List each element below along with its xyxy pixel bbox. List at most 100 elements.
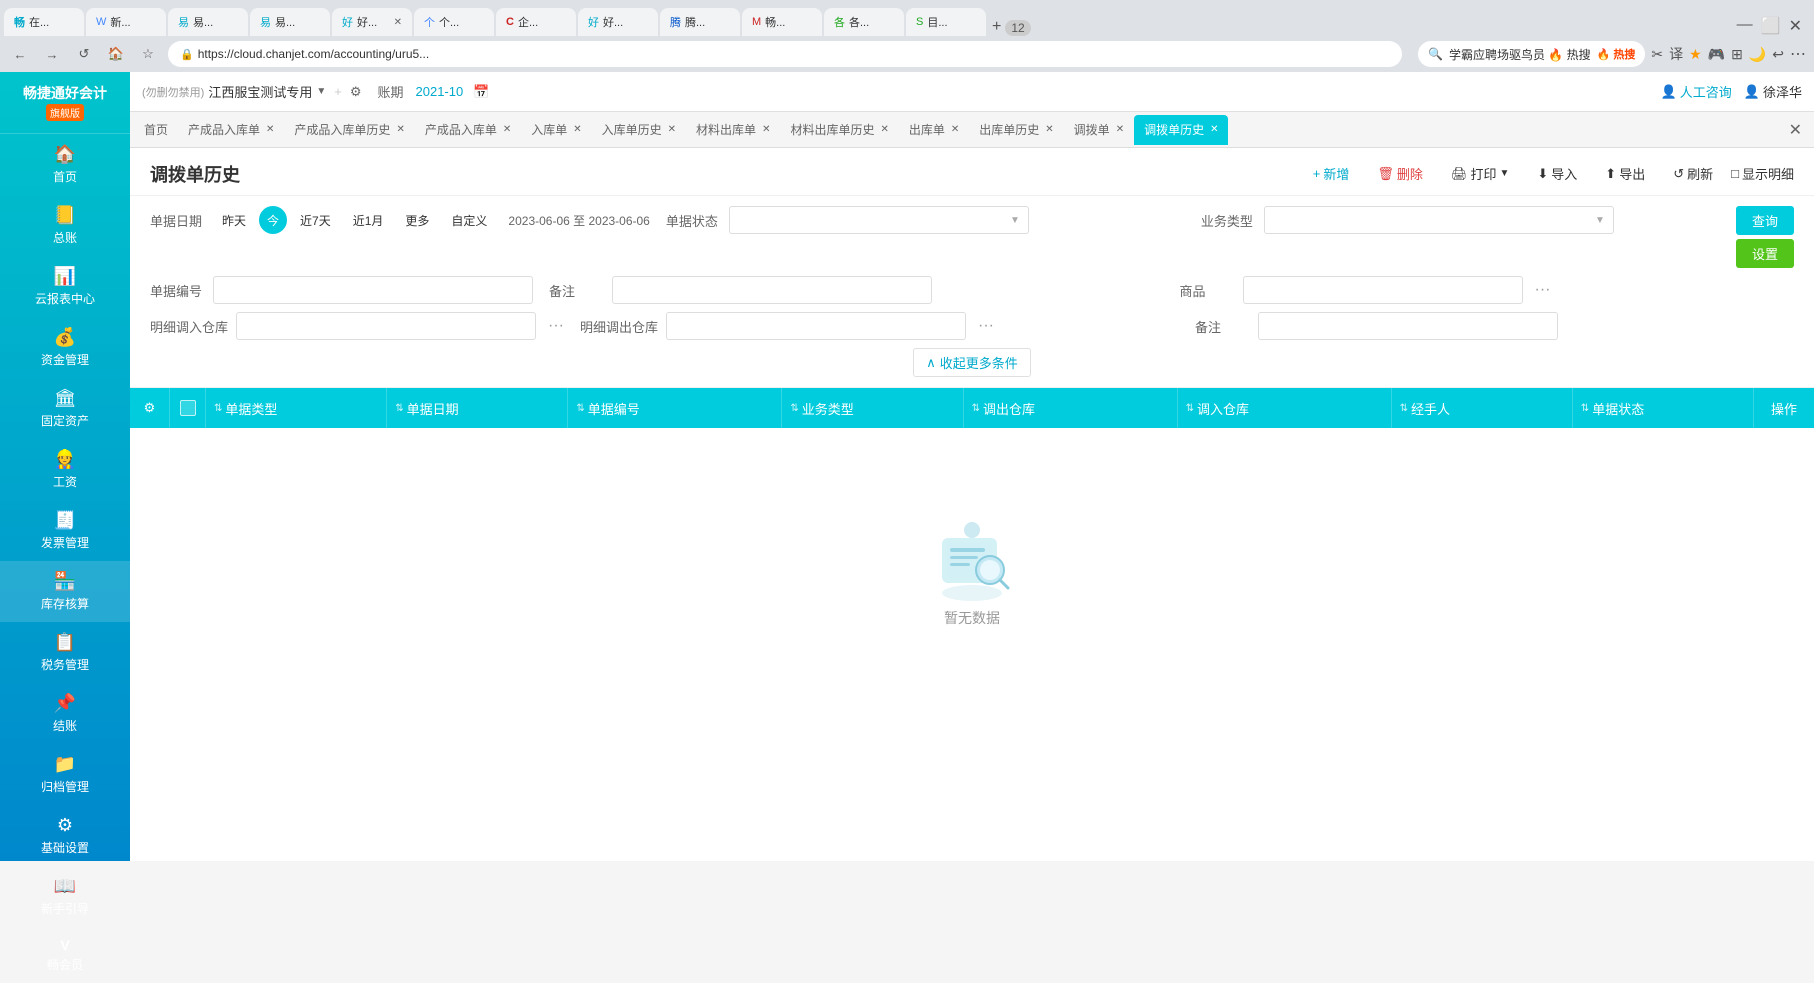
close-transfer[interactable]: ✕ — [1116, 124, 1124, 135]
sidebar-item-settings[interactable]: ⚙ 基础设置 — [0, 805, 130, 866]
close-outbound[interactable]: ✕ — [951, 124, 959, 135]
remark-input[interactable] — [612, 276, 932, 304]
date-btn-more[interactable]: 更多 — [396, 209, 438, 232]
browser-menu-4[interactable]: 🎮 — [1708, 46, 1725, 63]
tab-outbound-hist[interactable]: 出库单历史 ✕ — [969, 115, 1063, 145]
goods-input[interactable] — [1243, 276, 1523, 304]
close-finished-inbound2[interactable]: ✕ — [503, 124, 511, 135]
th-settings[interactable]: ⚙ — [130, 388, 170, 428]
sidebar-item-closing[interactable]: 📌 结账 — [0, 683, 130, 744]
date-btn-today[interactable]: 今 — [259, 206, 287, 234]
tab-material-out[interactable]: 材料出库单 ✕ — [686, 115, 780, 145]
calendar-icon[interactable]: 📅 — [473, 84, 489, 100]
window-minimize[interactable]: — — [1737, 16, 1753, 36]
close-finished-inbound-hist[interactable]: ✕ — [396, 124, 404, 135]
tab-finished-inbound-close[interactable]: ✕ — [266, 124, 274, 135]
browser-tab-2[interactable]: W 新... — [86, 8, 166, 36]
browser-menu-1[interactable]: ✂ — [1651, 46, 1663, 63]
status-select[interactable]: ▼ — [729, 206, 1029, 234]
tab-finished-inbound-hist[interactable]: 产成品入库单历史 ✕ — [284, 115, 414, 145]
tab-finished-inbound[interactable]: 产成品入库单 ✕ — [178, 115, 284, 145]
close-transfer-hist[interactable]: ✕ — [1210, 124, 1218, 135]
export-btn[interactable]: ⬆ 导出 — [1595, 160, 1655, 187]
company-select[interactable]: (勿删勿禁用) 江西服宝测试专用 ▼ — [142, 82, 326, 101]
browser-tab-4[interactable]: 易 易... — [250, 8, 330, 36]
tab-inbound-hist[interactable]: 入库单历史 ✕ — [592, 115, 686, 145]
browser-tab-12[interactable]: S 目... — [906, 8, 986, 36]
select-all-checkbox[interactable] — [180, 400, 196, 416]
remark2-input[interactable] — [1258, 312, 1558, 340]
window-close[interactable]: ✕ — [1789, 16, 1802, 36]
back-btn[interactable]: ← — [8, 42, 32, 66]
browser-tab-11[interactable]: 各 各... — [824, 8, 904, 36]
th-handler[interactable]: ⇅ 经手人 — [1392, 388, 1573, 428]
detail-out-wh-input[interactable] — [666, 312, 966, 340]
tab-inbound[interactable]: 入库单 ✕ — [521, 115, 591, 145]
browser-tab-1[interactable]: 畅 在... — [4, 8, 84, 36]
docnum-input[interactable] — [213, 276, 533, 304]
date-btn-1month[interactable]: 近1月 — [344, 209, 393, 232]
th-biztype[interactable]: ⇅ 业务类型 — [782, 388, 963, 428]
refresh-toolbar-btn[interactable]: ↺ 刷新 — [1663, 160, 1723, 187]
goods-ellipsis[interactable]: ··· — [1535, 281, 1551, 299]
period-value[interactable]: 2021-10 — [416, 84, 464, 99]
settings-btn[interactable]: 设置 — [1736, 239, 1794, 268]
user-btn[interactable]: 👤 徐泽华 — [1744, 82, 1802, 101]
topbar-gear-icon[interactable]: ⚙ — [350, 84, 362, 100]
detail-in-wh-input[interactable] — [236, 312, 536, 340]
th-check[interactable] — [170, 388, 206, 428]
th-in-wh[interactable]: ⇅ 调入仓库 — [1178, 388, 1392, 428]
tab-transfer-hist[interactable]: 调拨单历史 ✕ — [1134, 115, 1228, 145]
date-btn-7days[interactable]: 近7天 — [291, 209, 340, 232]
sidebar-item-salary[interactable]: 👷 工资 — [0, 439, 130, 500]
detail-in-wh-ellipsis[interactable]: ··· — [548, 317, 564, 335]
browser-tab-6[interactable]: 个 个... — [414, 8, 494, 36]
th-out-wh[interactable]: ⇅ 调出仓库 — [964, 388, 1178, 428]
sidebar-item-ledger[interactable]: 📒 总账 — [0, 195, 130, 256]
browser-tab-8[interactable]: 好 好... — [578, 8, 658, 36]
collapse-filter-btn[interactable]: ∧ 收起更多条件 — [913, 348, 1031, 377]
new-tab-btn[interactable]: + — [992, 18, 1001, 36]
home-btn[interactable]: 🏠 — [104, 42, 128, 66]
biztype-select[interactable]: ▼ — [1264, 206, 1614, 234]
close-inbound-hist[interactable]: ✕ — [668, 124, 676, 135]
th-doctype[interactable]: ⇅ 单据类型 — [206, 388, 387, 428]
close-material-out-hist[interactable]: ✕ — [880, 124, 888, 135]
browser-menu-3[interactable]: ★ — [1689, 46, 1702, 63]
new-btn[interactable]: + 新增 — [1303, 160, 1360, 187]
browser-tab-9[interactable]: 腾 腾... — [660, 8, 740, 36]
sidebar-item-inventory[interactable]: 🏪 库存核算 — [0, 561, 130, 622]
browser-menu-6[interactable]: 🌙 — [1749, 46, 1766, 63]
browser-tab-10[interactable]: M 畅... — [742, 8, 822, 36]
forward-btn[interactable]: → — [40, 42, 64, 66]
tab-finished-inbound2[interactable]: 产成品入库单 ✕ — [415, 115, 521, 145]
browser-menu-5[interactable]: ⊞ — [1731, 46, 1743, 63]
sidebar-item-assets[interactable]: 🏛 固定资产 — [0, 378, 130, 439]
tab-transfer[interactable]: 调拨单 ✕ — [1064, 115, 1134, 145]
sidebar-item-tax[interactable]: 📋 税务管理 — [0, 622, 130, 683]
browser-menu-2[interactable]: 译 — [1669, 44, 1683, 64]
browser-more[interactable]: ⋯ — [1790, 44, 1806, 64]
sidebar-item-home[interactable]: 🏠 首页 — [0, 134, 130, 195]
th-status[interactable]: ⇅ 单据状态 — [1573, 388, 1754, 428]
company-dropdown-icon[interactable]: ▼ — [316, 86, 326, 97]
sidebar-item-invoice[interactable]: 🧾 发票管理 — [0, 500, 130, 561]
browser-tab-5[interactable]: 好 好... ✕ — [332, 8, 412, 36]
close-material-out[interactable]: ✕ — [762, 124, 770, 135]
tab-close-panel[interactable]: ✕ — [1789, 120, 1810, 140]
delete-btn[interactable]: 🗑 删除 — [1367, 160, 1433, 187]
th-docnum[interactable]: ⇅ 单据编号 — [568, 388, 782, 428]
sidebar-item-member[interactable]: V 畅会员 — [0, 927, 130, 983]
browser-tab-3[interactable]: 易 易... — [168, 8, 248, 36]
close-outbound-hist[interactable]: ✕ — [1045, 124, 1053, 135]
print-btn[interactable]: 🖨 打印 ▼ — [1441, 160, 1519, 187]
tab-material-out-hist[interactable]: 材料出库单历史 ✕ — [780, 115, 898, 145]
search-text[interactable]: 学霸应聘场驱鸟员 🔥 热搜 — [1449, 46, 1591, 63]
query-btn[interactable]: 查询 — [1736, 206, 1794, 235]
sidebar-item-funds[interactable]: 💰 资金管理 — [0, 317, 130, 378]
address-input[interactable]: 🔒 https://cloud.chanjet.com/accounting/u… — [168, 41, 1402, 67]
th-date[interactable]: ⇅ 单据日期 — [387, 388, 568, 428]
refresh-btn[interactable]: ↺ — [72, 42, 96, 66]
star-btn[interactable]: ☆ — [136, 42, 160, 66]
browser-menu-7[interactable]: ↩ — [1772, 46, 1784, 63]
